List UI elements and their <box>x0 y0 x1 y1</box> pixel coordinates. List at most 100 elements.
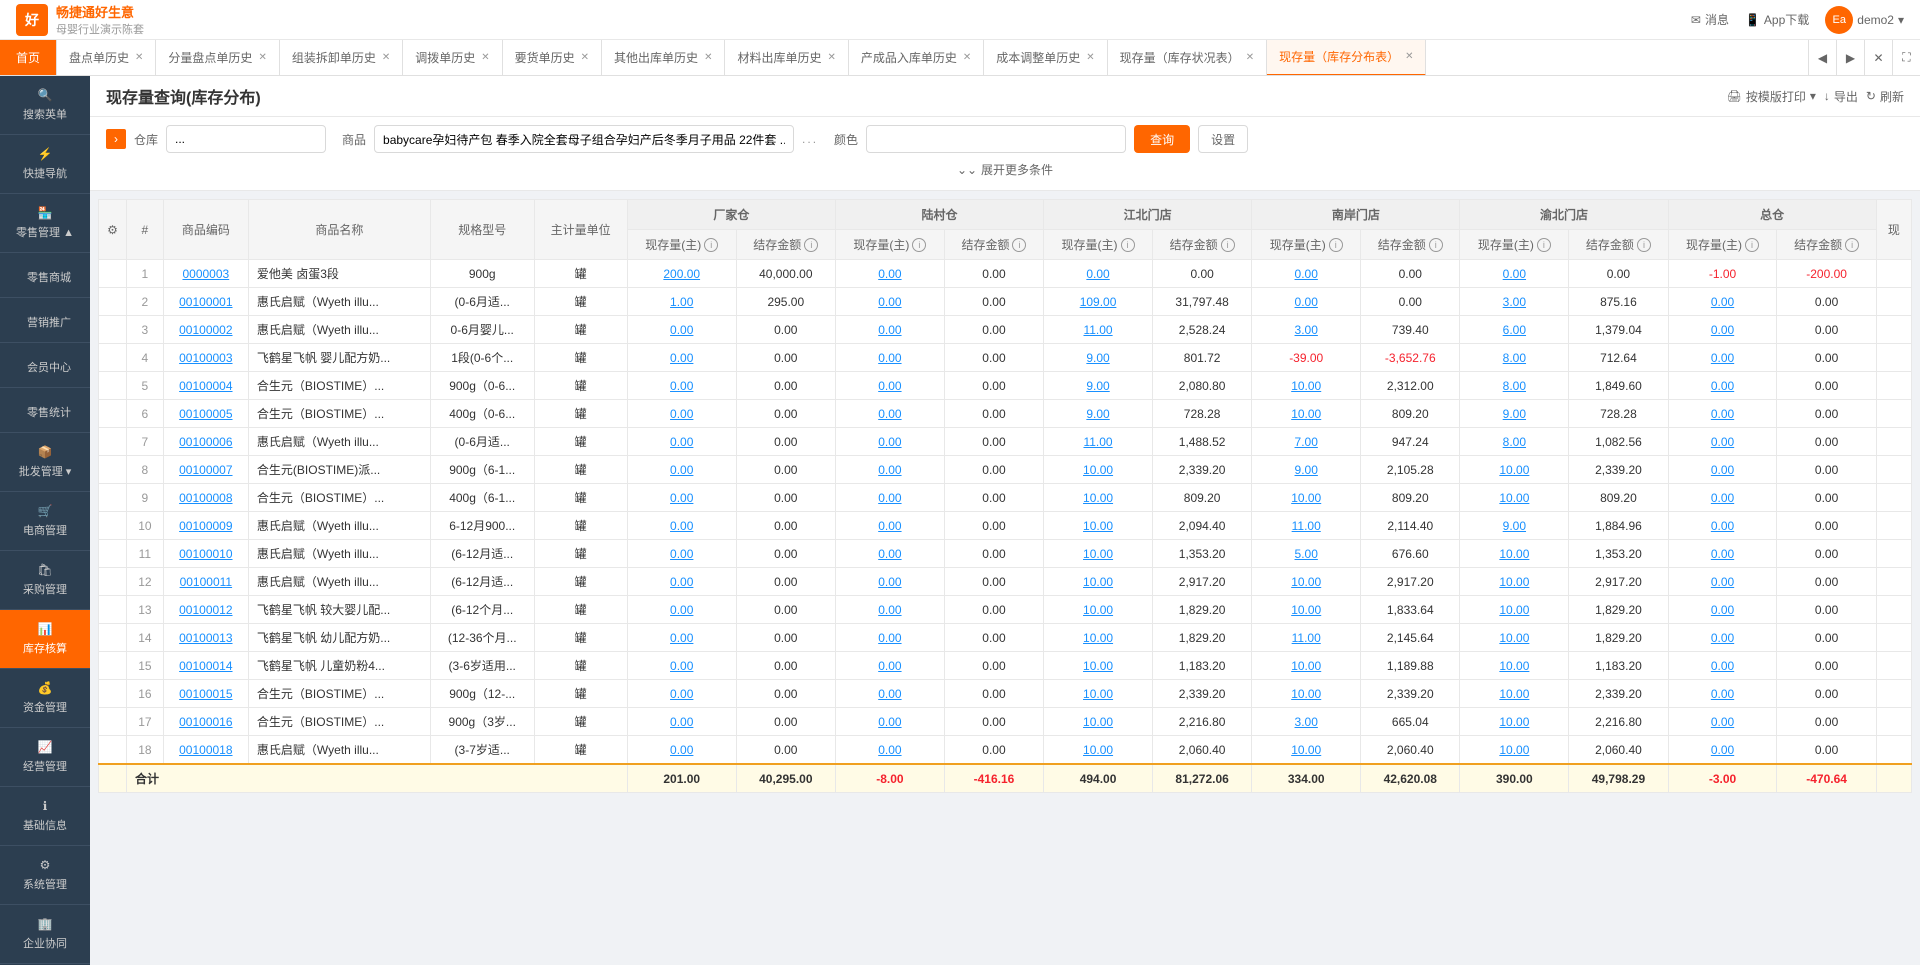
row-l-qty[interactable]: 0.00 <box>835 428 944 456</box>
goods-input[interactable] <box>374 125 794 153</box>
row-l-qty[interactable]: 0.00 <box>835 400 944 428</box>
row-jb-qty[interactable]: 9.00 <box>1044 372 1153 400</box>
row-na-qty[interactable]: 3.00 <box>1252 708 1361 736</box>
tab-fenpan[interactable]: 分量盘点单历史 ✕ <box>156 40 279 76</box>
row-l-qty[interactable]: 0.00 <box>835 484 944 512</box>
warehouse-input[interactable] <box>166 125 326 153</box>
tab-expand-btn[interactable]: ⛶ <box>1892 40 1920 76</box>
close-icon[interactable]: ✕ <box>382 52 390 63</box>
row-t-qty[interactable]: 0.00 <box>1668 512 1777 540</box>
row-na-qty[interactable]: 11.00 <box>1252 512 1361 540</box>
row-na-qty[interactable]: -39.00 <box>1252 344 1361 372</box>
row-l-qty[interactable]: 0.00 <box>835 512 944 540</box>
row-f-qty[interactable]: 0.00 <box>627 372 736 400</box>
row-f-qty[interactable]: 0.00 <box>627 540 736 568</box>
info-icon[interactable]: i <box>1121 238 1135 252</box>
row-l-qty[interactable]: 0.00 <box>835 736 944 765</box>
tab-kucunzhuang[interactable]: 现存量（库存状况表） ✕ <box>1108 40 1267 76</box>
row-yb-qty[interactable]: 10.00 <box>1460 568 1569 596</box>
row-code[interactable]: 00100012 <box>163 596 248 624</box>
row-code[interactable]: 0000003 <box>163 260 248 288</box>
sidebar-item-enterprise[interactable]: 🏢 企业协同 <box>0 905 90 964</box>
row-l-qty[interactable]: 0.00 <box>835 652 944 680</box>
row-code[interactable]: 00100002 <box>163 316 248 344</box>
row-l-qty[interactable]: 0.00 <box>835 260 944 288</box>
row-jb-qty[interactable]: 10.00 <box>1044 708 1153 736</box>
row-f-qty[interactable]: 0.00 <box>627 316 736 344</box>
row-jb-qty[interactable]: 0.00 <box>1044 260 1153 288</box>
row-f-qty[interactable]: 1.00 <box>627 288 736 316</box>
row-f-qty[interactable]: 0.00 <box>627 344 736 372</box>
row-l-qty[interactable]: 0.00 <box>835 680 944 708</box>
th-settings[interactable]: ⚙ <box>99 200 127 260</box>
row-t-qty[interactable]: 0.00 <box>1668 428 1777 456</box>
sidebar-item-quicknav[interactable]: ⚡ 快捷导航 <box>0 135 90 194</box>
row-f-qty[interactable]: 0.00 <box>627 708 736 736</box>
tab-zuhe[interactable]: 组装拆卸单历史 ✕ <box>280 40 403 76</box>
row-code[interactable]: 00100004 <box>163 372 248 400</box>
row-na-qty[interactable]: 5.00 <box>1252 540 1361 568</box>
row-f-qty[interactable]: 0.00 <box>627 624 736 652</box>
info-icon[interactable]: i <box>1845 238 1859 252</box>
row-code[interactable]: 00100010 <box>163 540 248 568</box>
info-icon[interactable]: i <box>1329 238 1343 252</box>
refresh-btn[interactable]: ↻ 刷新 <box>1866 88 1904 105</box>
info-icon[interactable]: i <box>704 238 718 252</box>
row-yb-qty[interactable]: 10.00 <box>1460 456 1569 484</box>
row-yb-qty[interactable]: 6.00 <box>1460 316 1569 344</box>
row-l-qty[interactable]: 0.00 <box>835 624 944 652</box>
row-f-qty[interactable]: 0.00 <box>627 428 736 456</box>
row-yb-qty[interactable]: 10.00 <box>1460 540 1569 568</box>
row-t-qty[interactable]: 0.00 <box>1668 456 1777 484</box>
sidebar-item-member[interactable]: 会员中心 <box>0 343 90 388</box>
row-code[interactable]: 00100016 <box>163 708 248 736</box>
row-l-qty[interactable]: 0.00 <box>835 372 944 400</box>
row-code[interactable]: 00100011 <box>163 568 248 596</box>
color-select[interactable] <box>866 125 1126 153</box>
table-container[interactable]: ⚙ # 商品编码 商品名称 规格型号 主计量单位 厂家仓 陆村仓 江北门店 南岸… <box>90 191 1920 965</box>
print-btn[interactable]: 🖨 按模版打印 ▾ <box>1727 88 1816 105</box>
row-f-qty[interactable]: 0.00 <box>627 568 736 596</box>
row-l-qty[interactable]: 0.00 <box>835 344 944 372</box>
row-jb-qty[interactable]: 9.00 <box>1044 400 1153 428</box>
row-yb-qty[interactable]: 10.00 <box>1460 736 1569 765</box>
row-yb-qty[interactable]: 10.00 <box>1460 624 1569 652</box>
row-na-qty[interactable]: 9.00 <box>1252 456 1361 484</box>
user-menu[interactable]: Ea demo2 ▾ <box>1825 6 1904 34</box>
row-t-qty[interactable]: 0.00 <box>1668 708 1777 736</box>
tab-cailiaochu[interactable]: 材料出库单历史 ✕ <box>725 40 848 76</box>
app-download-btn[interactable]: 📱 App下载 <box>1745 11 1809 28</box>
row-yb-qty[interactable]: 8.00 <box>1460 344 1569 372</box>
tab-chengbentiao[interactable]: 成本调整单历史 ✕ <box>984 40 1107 76</box>
sidebar-item-purchase[interactable]: 🛍 采购管理 <box>0 551 90 610</box>
sidebar-item-ecommerce[interactable]: 🛒 电商管理 <box>0 492 90 551</box>
row-code[interactable]: 00100014 <box>163 652 248 680</box>
row-t-qty[interactable]: 0.00 <box>1668 316 1777 344</box>
close-icon[interactable]: ✕ <box>963 52 971 63</box>
row-f-qty[interactable]: 0.00 <box>627 484 736 512</box>
row-na-qty[interactable]: 11.00 <box>1252 624 1361 652</box>
row-jb-qty[interactable]: 10.00 <box>1044 624 1153 652</box>
row-t-qty[interactable]: 0.00 <box>1668 568 1777 596</box>
row-jb-qty[interactable]: 11.00 <box>1044 316 1153 344</box>
messages-btn[interactable]: ✉ 消息 <box>1691 11 1729 28</box>
row-code[interactable]: 00100008 <box>163 484 248 512</box>
query-btn[interactable]: 查询 <box>1134 125 1190 153</box>
expand-filter-btn[interactable]: ⌄⌄ 展开更多条件 <box>957 161 1053 178</box>
row-code[interactable]: 00100001 <box>163 288 248 316</box>
filter-toggle-btn[interactable]: › <box>106 129 126 149</box>
row-na-qty[interactable]: 10.00 <box>1252 568 1361 596</box>
row-jb-qty[interactable]: 10.00 <box>1044 456 1153 484</box>
row-jb-qty[interactable]: 10.00 <box>1044 568 1153 596</box>
tab-home[interactable]: 首页 <box>0 40 57 76</box>
row-t-qty[interactable]: 0.00 <box>1668 736 1777 765</box>
tab-chengpin[interactable]: 产成品入库单历史 ✕ <box>849 40 984 76</box>
info-icon[interactable]: i <box>1537 238 1551 252</box>
row-jb-qty[interactable]: 10.00 <box>1044 680 1153 708</box>
row-f-qty[interactable]: 0.00 <box>627 680 736 708</box>
sidebar-item-basic[interactable]: ℹ 基础信息 <box>0 787 90 846</box>
row-na-qty[interactable]: 10.00 <box>1252 400 1361 428</box>
row-yb-qty[interactable]: 8.00 <box>1460 428 1569 456</box>
sidebar-item-finance[interactable]: 💰 资金管理 <box>0 669 90 728</box>
row-yb-qty[interactable]: 9.00 <box>1460 400 1569 428</box>
